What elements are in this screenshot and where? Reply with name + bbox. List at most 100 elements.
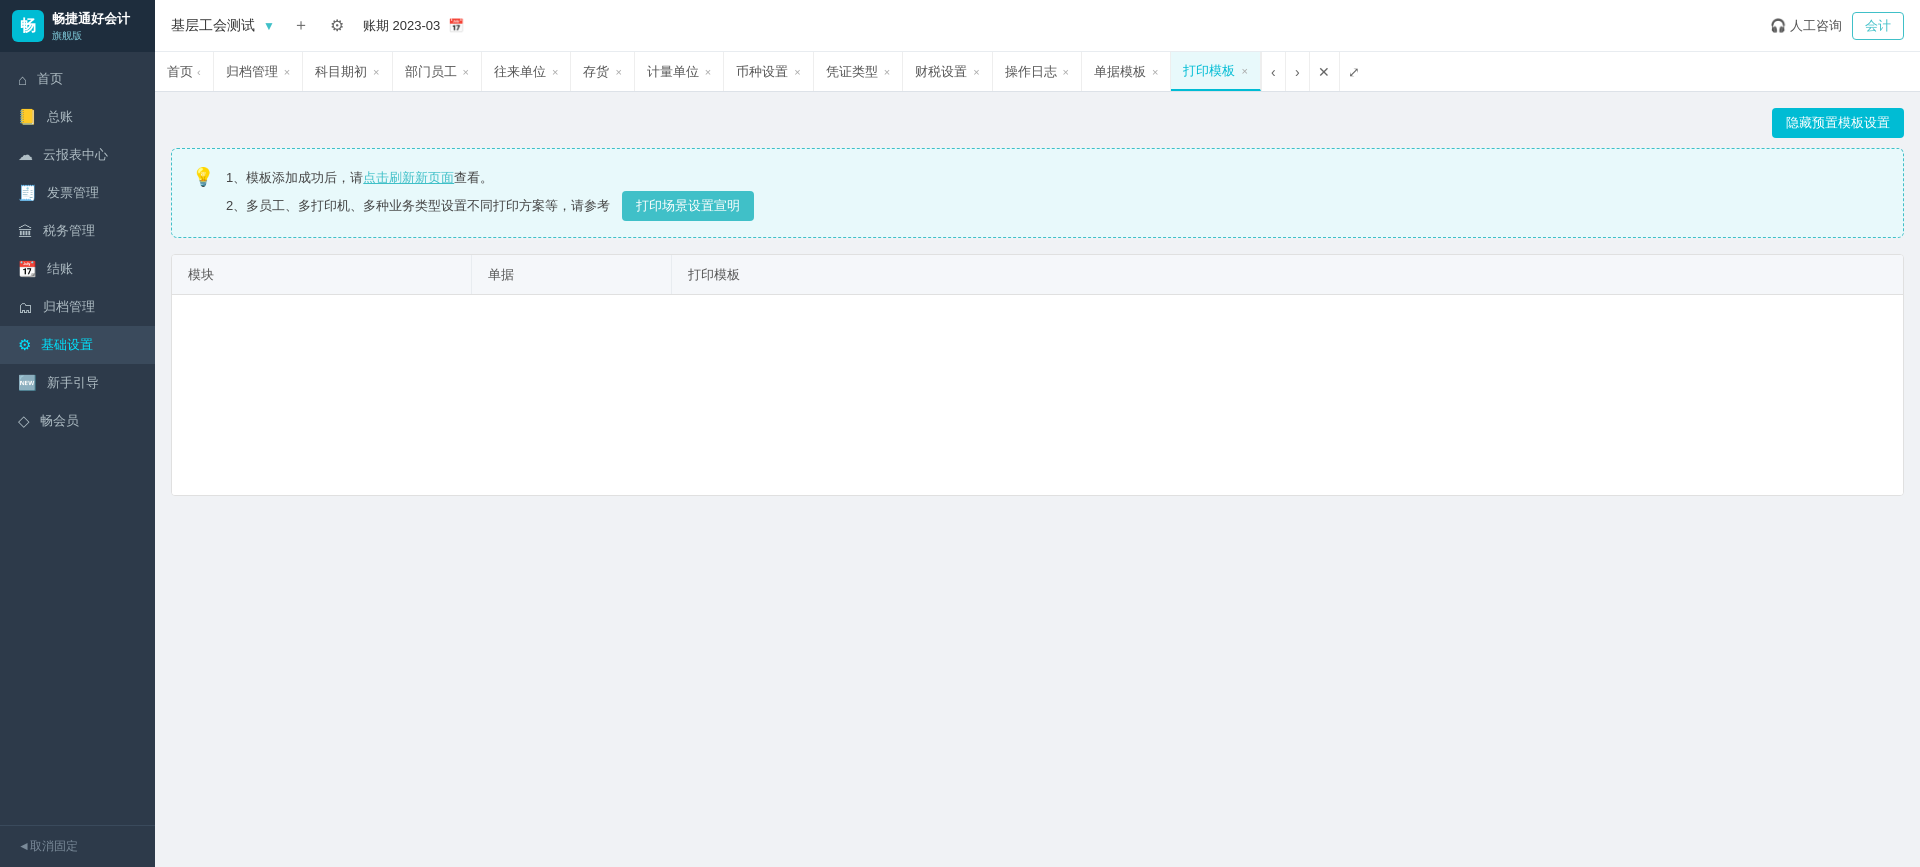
banner-line2-text: 2、多员工、多打印机、多种业务类型设置不同打印方案等，请参考 [226, 198, 610, 213]
home-icon: ⌂ [18, 71, 27, 88]
account-button[interactable]: 会计 [1852, 12, 1904, 40]
tab-close-inventory[interactable]: × [615, 66, 621, 78]
sidebar-label-home: 首页 [37, 70, 63, 88]
sidebar-item-ledger[interactable]: 📒 总账 [0, 98, 155, 136]
sidebar-nav: ⌂ 首页 📒 总账 ☁ 云报表中心 🧾 发票管理 🏛 税务管理 📆 结账 🗂 归… [0, 52, 155, 825]
sidebar-label-archive: 归档管理 [43, 298, 95, 316]
tab-close-currency[interactable]: × [794, 66, 800, 78]
tab-prev-button[interactable]: ‹ [1261, 52, 1285, 91]
tab-label-measure-unit: 计量单位 [647, 63, 699, 81]
th-single-label: 单据 [488, 266, 514, 284]
calendar-icon[interactable]: 📅 [448, 18, 464, 33]
tab-close-partners[interactable]: × [552, 66, 558, 78]
logo-icon: 畅 [12, 10, 44, 42]
tab-close-dept-staff[interactable]: × [463, 66, 469, 78]
tab-label-partners: 往来单位 [494, 63, 546, 81]
banner-refresh-link[interactable]: 点击刷新新页面 [363, 170, 454, 185]
tab-next-button[interactable]: › [1285, 52, 1309, 91]
sidebar-logo: 畅 畅捷通好会计 旗舰版 [0, 0, 155, 52]
archive-icon: 🗂 [18, 299, 33, 316]
support-button[interactable]: 🎧 人工咨询 [1770, 17, 1842, 35]
tab-home[interactable]: 首页 ‹ [155, 52, 214, 91]
banner-line1-pre: 1、模板添加成功后，请 [226, 170, 363, 185]
support-label: 人工咨询 [1790, 17, 1842, 35]
tab-close-all-button[interactable]: ✕ [1309, 52, 1339, 91]
page-top-right: 隐藏预置模板设置 [171, 108, 1904, 138]
sidebar-item-home[interactable]: ⌂ 首页 [0, 60, 155, 98]
sidebar-label-member: 畅会员 [40, 412, 79, 430]
settings-button[interactable]: ⚙ [323, 12, 351, 40]
sidebar-label-guide: 新手引导 [47, 374, 99, 392]
sidebar-item-invoice[interactable]: 🧾 发票管理 [0, 174, 155, 212]
sidebar-item-archive[interactable]: 🗂 归档管理 [0, 288, 155, 326]
company-selector[interactable]: 基层工会测试 ▼ [171, 17, 275, 35]
logo-text: 畅捷通好会计 旗舰版 [52, 10, 130, 43]
sidebar: 畅 畅捷通好会计 旗舰版 ⌂ 首页 📒 总账 ☁ 云报表中心 🧾 发票管理 🏛 … [0, 0, 155, 867]
invoice-icon: 🧾 [18, 184, 37, 202]
tab-archive-mgmt[interactable]: 归档管理 × [214, 52, 303, 91]
period-label: 账期 [363, 18, 389, 33]
tab-close-tax-settings[interactable]: × [973, 66, 979, 78]
tab-dept-staff[interactable]: 部门员工 × [393, 52, 482, 91]
tab-op-log[interactable]: 操作日志 × [993, 52, 1082, 91]
tab-label-op-log: 操作日志 [1005, 63, 1057, 81]
hide-preview-button[interactable]: 隐藏预置模板设置 [1772, 108, 1904, 138]
main-area: 基层工会测试 ▼ ＋ ⚙ 账期 2023-03 📅 🎧 人工咨询 会计 首页 ‹ [155, 0, 1920, 867]
page-content: 隐藏预置模板设置 💡 1、模板添加成功后，请点击刷新新页面查看。 2、多员工、多… [155, 92, 1920, 867]
banner-line1: 1、模板添加成功后，请点击刷新新页面查看。 [226, 165, 1883, 191]
closing-icon: 📆 [18, 260, 37, 278]
tab-label-print-template: 打印模板 [1183, 62, 1235, 80]
sidebar-item-member[interactable]: ◇ 畅会员 [0, 402, 155, 440]
th-single: 单据 [472, 255, 672, 294]
sidebar-item-guide[interactable]: 🆕 新手引导 [0, 364, 155, 402]
sidebar-label-invoice: 发票管理 [47, 184, 99, 202]
sidebar-item-report[interactable]: ☁ 云报表中心 [0, 136, 155, 174]
logo-sub: 旗舰版 [52, 29, 130, 43]
tab-nav-arrow-home: ‹ [197, 66, 201, 78]
th-template: 打印模板 [672, 255, 1903, 294]
tab-single-form[interactable]: 单据模板 × [1082, 52, 1171, 91]
sidebar-item-settings[interactable]: ⚙ 基础设置 [0, 326, 155, 364]
topbar-period: 账期 2023-03 📅 [363, 17, 464, 35]
tab-tax-settings[interactable]: 财税设置 × [903, 52, 992, 91]
tab-partners[interactable]: 往来单位 × [482, 52, 571, 91]
bulb-icon: 💡 [192, 166, 214, 188]
tax-icon: 🏛 [18, 223, 33, 240]
tab-label-voucher-type: 凭证类型 [826, 63, 878, 81]
tab-close-voucher-type[interactable]: × [884, 66, 890, 78]
print-scene-button[interactable]: 打印场景设置宣明 [622, 191, 754, 221]
info-banner: 💡 1、模板添加成功后，请点击刷新新页面查看。 2、多员工、多打印机、多种业务类… [171, 148, 1904, 238]
tab-currency[interactable]: 币种设置 × [724, 52, 813, 91]
add-tab-button[interactable]: ＋ [287, 12, 315, 40]
tab-label-currency: 币种设置 [736, 63, 788, 81]
tab-close-subject-init[interactable]: × [373, 66, 379, 78]
table-container: 模块 单据 打印模板 [171, 254, 1904, 496]
tab-close-op-log[interactable]: × [1063, 66, 1069, 78]
ledger-icon: 📒 [18, 108, 37, 126]
tab-inventory[interactable]: 存货 × [571, 52, 634, 91]
th-module-label: 模块 [188, 266, 214, 284]
tab-voucher-type[interactable]: 凭证类型 × [814, 52, 903, 91]
tabbar: 首页 ‹ 归档管理 × 科目期初 × 部门员工 × 往来单位 × 存货 × 计量… [155, 52, 1920, 92]
tab-close-archive-mgmt[interactable]: × [284, 66, 290, 78]
tab-label-dept-staff: 部门员工 [405, 63, 457, 81]
sidebar-footer[interactable]: ◄取消固定 [0, 825, 155, 867]
tab-label-subject-init: 科目期初 [315, 63, 367, 81]
banner-line1-post: 查看。 [454, 170, 493, 185]
topbar-actions: ＋ ⚙ [287, 12, 351, 40]
sidebar-item-tax[interactable]: 🏛 税务管理 [0, 212, 155, 250]
tab-label-archive-mgmt: 归档管理 [226, 63, 278, 81]
tab-measure-unit[interactable]: 计量单位 × [635, 52, 724, 91]
tab-expand-button[interactable]: ⤢ [1339, 52, 1369, 91]
tab-close-print-template[interactable]: × [1241, 65, 1247, 77]
tab-label-home: 首页 [167, 63, 193, 81]
sidebar-label-tax: 税务管理 [43, 222, 95, 240]
member-icon: ◇ [18, 412, 30, 430]
sidebar-label-settings: 基础设置 [41, 336, 93, 354]
tab-print-template[interactable]: 打印模板 × [1171, 52, 1260, 91]
tab-subject-init[interactable]: 科目期初 × [303, 52, 392, 91]
tab-close-single-form[interactable]: × [1152, 66, 1158, 78]
table-header: 模块 单据 打印模板 [172, 255, 1903, 295]
tab-close-measure-unit[interactable]: × [705, 66, 711, 78]
sidebar-item-closing[interactable]: 📆 结账 [0, 250, 155, 288]
